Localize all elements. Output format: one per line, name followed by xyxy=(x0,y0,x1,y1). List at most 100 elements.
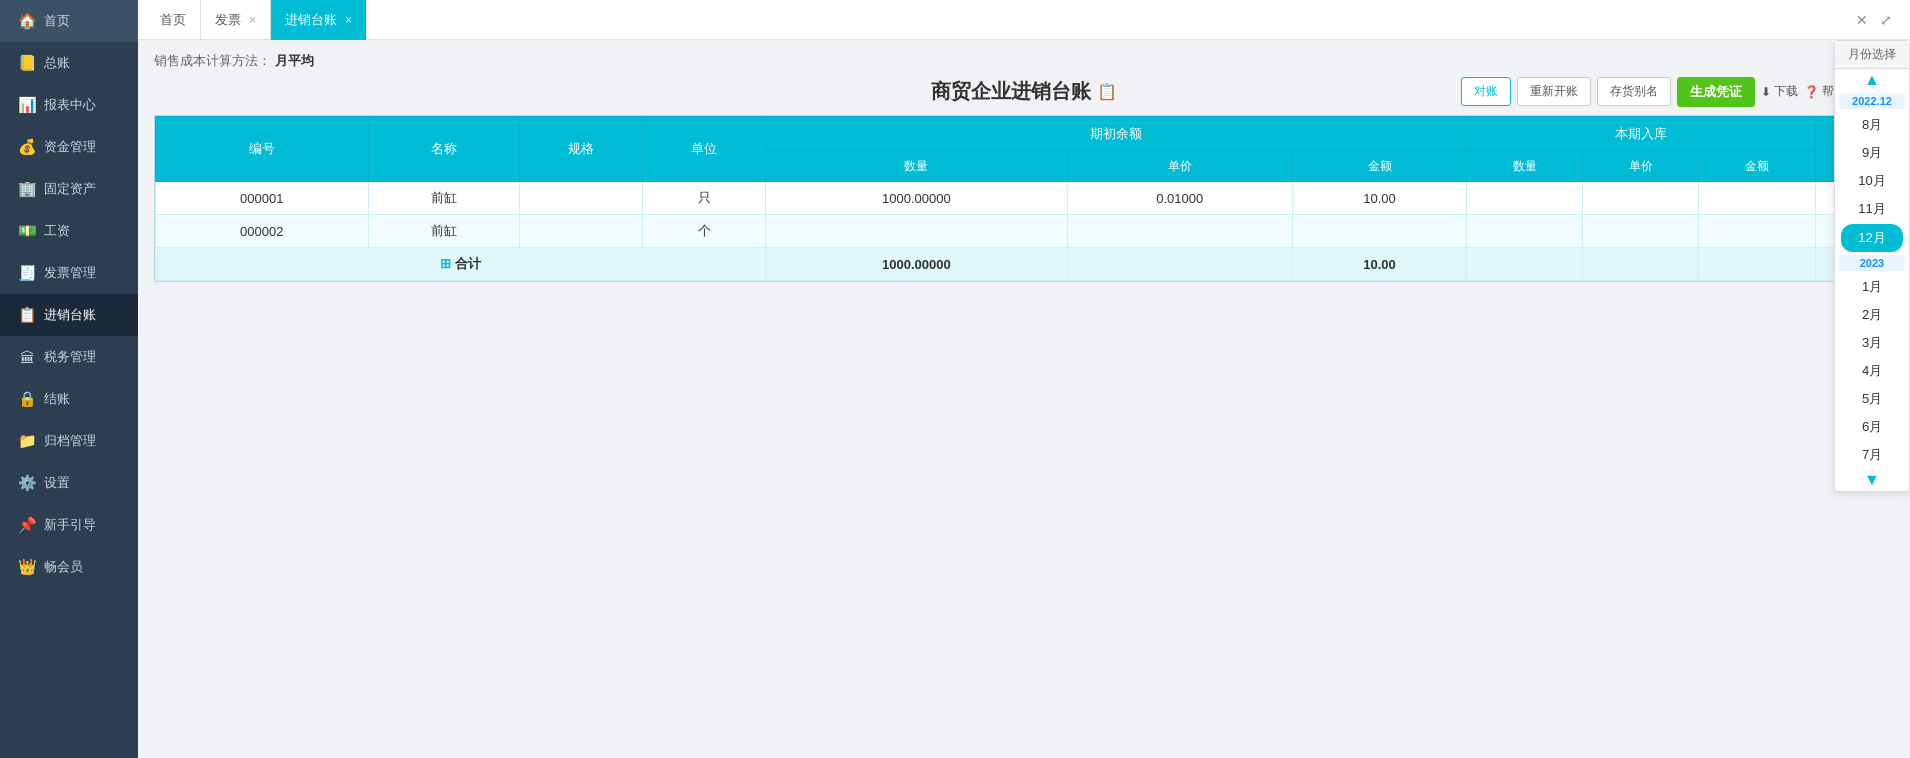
month-item-2022-10月[interactable]: 10月 xyxy=(1835,167,1909,195)
sidebar-icon-general-ledger: 📒 xyxy=(18,54,36,72)
month-item-2023-3月[interactable]: 3月 xyxy=(1835,329,1909,357)
month-item-2022-9月[interactable]: 9月 xyxy=(1835,139,1909,167)
sidebar-item-member[interactable]: 👑 畅会员 xyxy=(0,546,138,588)
month-item-2023-7月[interactable]: 7月 xyxy=(1835,441,1909,469)
tab-close-invoice[interactable]: × xyxy=(249,13,256,27)
info-icon[interactable]: 📋 xyxy=(1097,82,1117,101)
sidebar-item-guide[interactable]: 📌 新手引导 xyxy=(0,504,138,546)
inventory-table: 编号 名称 规格 单位 期初余额 本期入库 数 数量 单价 金额 数量 单价 xyxy=(155,116,1893,281)
reconcile-button[interactable]: 对账 xyxy=(1461,77,1511,106)
sidebar-icon-home: 🏠 xyxy=(18,12,36,30)
sidebar-item-invoice-mgmt[interactable]: 🧾发票管理 xyxy=(0,252,138,294)
cell-id: 000001 xyxy=(156,182,369,215)
total-label: ⊞合计 xyxy=(156,248,766,281)
table-body: 000001 前缸 只 1000.00000 0.01000 10.00 000… xyxy=(156,182,1893,281)
col-header-spec: 规格 xyxy=(519,117,642,182)
sidebar-item-home[interactable]: 🏠 首页 xyxy=(0,0,138,42)
sidebar-icon-reports: 📊 xyxy=(18,96,36,114)
month-item-2023-5月[interactable]: 5月 xyxy=(1835,385,1909,413)
cell-amount-start xyxy=(1292,215,1466,248)
col-sub-amount-in: 金额 xyxy=(1699,152,1815,182)
month-item-2022-8月[interactable]: 8月 xyxy=(1835,111,1909,139)
download-button[interactable]: ⬇ 下载 xyxy=(1761,83,1798,100)
sidebar-item-reports[interactable]: 📊 报表中心 xyxy=(0,84,138,126)
sidebar-label-settings: 设置 xyxy=(44,474,70,492)
reopen-button[interactable]: 重新开账 xyxy=(1517,77,1591,106)
tab-label-invoice: 发票 xyxy=(215,11,241,29)
month-item-2023-1月[interactable]: 1月 xyxy=(1835,273,1909,301)
tab-bar: 首页 发票 × 进销台账 × ✕ ⤢ xyxy=(138,0,1910,40)
maximize-window-button[interactable]: ⤢ xyxy=(1878,12,1894,28)
sidebar-label-guide: 新手引导 xyxy=(44,516,96,534)
sidebar-icon-tax-mgmt: 🏛 xyxy=(18,349,36,366)
cost-method-bar: 销售成本计算方法： 月平均 xyxy=(154,52,1894,70)
tab-label-inventory: 进销台账 xyxy=(285,11,337,29)
sidebar-icon-member: 👑 xyxy=(18,558,36,576)
sidebar-item-fixed-assets[interactable]: 🏢固定资产 xyxy=(0,168,138,210)
main-area: 首页 发票 × 进销台账 × ✕ ⤢ 销售成本计算方法： 月平均 商贸企业进销台账 📋 … xyxy=(138,0,1910,758)
sidebar-label-general-ledger: 总账 xyxy=(44,54,70,72)
col-sub-qty-start: 数量 xyxy=(766,152,1068,182)
sidebar-icon-fund-mgmt: 💰 xyxy=(18,138,36,156)
inventory-table-wrap: 编号 名称 规格 单位 期初余额 本期入库 数 数量 单价 金额 数量 单价 xyxy=(154,115,1894,282)
sidebar-item-closing[interactable]: 🔒结账 xyxy=(0,378,138,420)
month-item-2023-2月[interactable]: 2月 xyxy=(1835,301,1909,329)
total-qty-start: 1000.00000 xyxy=(766,248,1068,281)
tab-label-home: 首页 xyxy=(160,11,186,29)
year-label-2022: 2022.12 xyxy=(1839,93,1905,109)
page-header: 商贸企业进销台账 📋 对账 重新开账 存货别名 生成凭证 ⬇ 下载 ❓ 帮助 🔄… xyxy=(154,78,1894,105)
col-sub-qty-in: 数量 xyxy=(1467,152,1583,182)
col-header-period-start: 期初余额 xyxy=(766,117,1467,152)
cell-unit: 个 xyxy=(642,215,765,248)
sidebar-label-salary: 工资 xyxy=(44,222,70,240)
col-sub-price-start: 单价 xyxy=(1067,152,1292,182)
month-nav-up-button[interactable]: ▲ xyxy=(1864,72,1880,88)
sidebar-label-fund-mgmt: 资金管理 xyxy=(44,138,96,156)
sidebar-item-general-ledger[interactable]: 📒 总账 xyxy=(0,42,138,84)
cell-qty-start xyxy=(766,215,1068,248)
sidebar-icon-guide: 📌 xyxy=(18,516,36,534)
month-panel: 月份选择 ▲ 2022.128月9月10月11月12月20231月2月3月4月5… xyxy=(1834,40,1910,492)
sidebar-item-settings[interactable]: ⚙️设置 xyxy=(0,462,138,504)
month-nav-down-button[interactable]: ▼ xyxy=(1864,472,1880,488)
total-price-in xyxy=(1583,248,1699,281)
generate-voucher-button[interactable]: 生成凭证 xyxy=(1677,77,1755,107)
sidebar-item-salary[interactable]: 💵 工资 xyxy=(0,210,138,252)
total-qty-in xyxy=(1467,248,1583,281)
sidebar-icon-inventory: 📋 xyxy=(18,306,36,324)
sidebar-item-archive[interactable]: 📁归档管理 xyxy=(0,420,138,462)
col-header-id: 编号 xyxy=(156,117,369,182)
month-panel-title: 月份选择 xyxy=(1835,41,1909,69)
sidebar-label-member: 畅会员 xyxy=(44,558,83,576)
toolbar-buttons: 对账 重新开账 存货别名 生成凭证 ⬇ 下载 ❓ 帮助 🔄 刷新 xyxy=(1461,77,1894,107)
month-item-2022-12月[interactable]: 12月 xyxy=(1841,224,1903,252)
month-item-2022-11月[interactable]: 11月 xyxy=(1835,195,1909,223)
cell-name: 前缸 xyxy=(368,182,519,215)
sidebar-label-home: 首页 xyxy=(44,12,70,30)
tab-inventory[interactable]: 进销台账 × xyxy=(271,0,367,40)
tab-close-inventory[interactable]: × xyxy=(345,13,352,27)
save-alias-button[interactable]: 存货别名 xyxy=(1597,77,1671,106)
month-item-2023-4月[interactable]: 4月 xyxy=(1835,357,1909,385)
tab-home[interactable]: 首页 xyxy=(146,0,201,40)
sidebar-item-inventory[interactable]: 📋进销台账 xyxy=(0,294,138,336)
cell-qty-start: 1000.00000 xyxy=(766,182,1068,215)
cell-id: 000002 xyxy=(156,215,369,248)
sidebar-label-reports: 报表中心 xyxy=(44,96,96,114)
total-amount-in xyxy=(1699,248,1815,281)
sidebar: 🏠 首页 📒 总账 📊 报表中心 💰 资金管理 🏢固定资产 💵 工资 🧾发票管理📋进销台账🏛税务管理🔒… xyxy=(0,0,138,758)
tab-invoice[interactable]: 发票 × xyxy=(201,0,271,40)
cell-amount-start: 10.00 xyxy=(1292,182,1466,215)
cell-spec xyxy=(519,182,642,215)
total-row: ⊞合计 1000.00000 10.00 xyxy=(156,248,1893,281)
sidebar-item-fund-mgmt[interactable]: 💰 资金管理 xyxy=(0,126,138,168)
cell-price-start: 0.01000 xyxy=(1067,182,1292,215)
col-header-name: 名称 xyxy=(368,117,519,182)
month-item-2023-6月[interactable]: 6月 xyxy=(1835,413,1909,441)
sidebar-icon-salary: 💵 xyxy=(18,222,36,240)
sidebar-item-tax-mgmt[interactable]: 🏛税务管理 xyxy=(0,336,138,378)
sidebar-icon-archive: 📁 xyxy=(18,432,36,450)
close-window-button[interactable]: ✕ xyxy=(1854,12,1870,28)
col-sub-amount-start: 金额 xyxy=(1292,152,1466,182)
cell-spec xyxy=(519,215,642,248)
